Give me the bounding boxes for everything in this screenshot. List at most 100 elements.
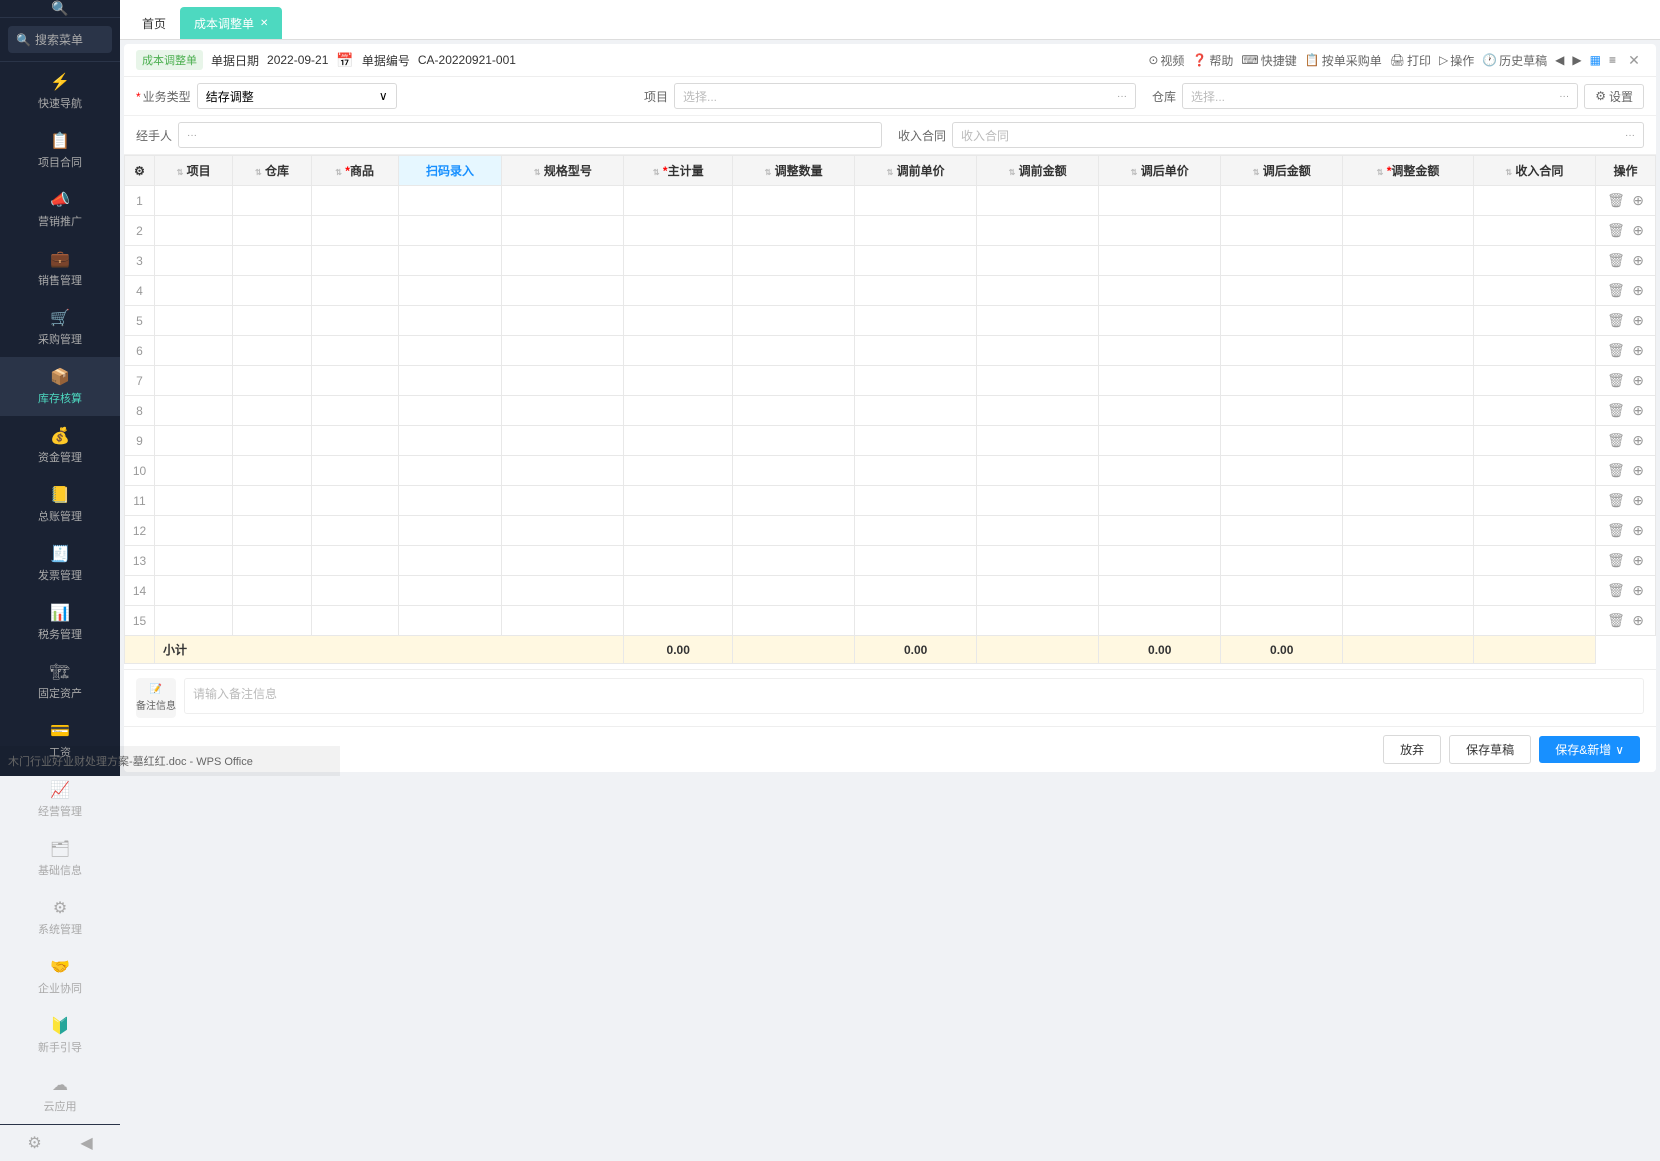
copy-row-10-btn[interactable]: ⊕ <box>1630 460 1646 481</box>
cell-warehouse-2[interactable] <box>233 216 311 246</box>
cell-scan-8[interactable] <box>398 396 502 426</box>
cell-pre-amount-7[interactable] <box>977 366 1099 396</box>
cell-project-7[interactable] <box>155 366 233 396</box>
sidebar-item-biz-coop[interactable]: 🤝企业协同 <box>0 947 120 1006</box>
cell-unit-14[interactable] <box>624 576 733 606</box>
sidebar-item-invoice-mgmt[interactable]: 🧾发票管理 <box>0 534 120 593</box>
cell-adjust-amount-4[interactable] <box>1343 276 1474 306</box>
cell-income-contract-5[interactable] <box>1473 306 1595 336</box>
cell-warehouse-10[interactable] <box>233 456 311 486</box>
cell-spec-1[interactable] <box>502 186 624 216</box>
cell-warehouse-12[interactable] <box>233 516 311 546</box>
cell-post-amount-15[interactable] <box>1221 606 1343 636</box>
cell-adjust-qty-6[interactable] <box>733 336 855 366</box>
cell-income-contract-11[interactable] <box>1473 486 1595 516</box>
cell-post-unit-price-15[interactable] <box>1099 606 1221 636</box>
cell-warehouse-13[interactable] <box>233 546 311 576</box>
delete-row-15-btn[interactable]: 🗑 <box>1605 610 1627 631</box>
cell-post-amount-11[interactable] <box>1221 486 1343 516</box>
cell-spec-7[interactable] <box>502 366 624 396</box>
sidebar-item-project-contract[interactable]: 📋项目合同 <box>0 121 120 180</box>
cell-pre-amount-9[interactable] <box>977 426 1099 456</box>
col-header-scan[interactable]: 扫码录入 <box>398 156 502 186</box>
cell-product-15[interactable] <box>311 606 398 636</box>
cell-post-amount-2[interactable] <box>1221 216 1343 246</box>
cell-post-amount-8[interactable] <box>1221 396 1343 426</box>
operate-btn[interactable]: ▷ 操作 <box>1439 52 1474 69</box>
cell-income-contract-15[interactable] <box>1473 606 1595 636</box>
cell-adjust-qty-5[interactable] <box>733 306 855 336</box>
cell-pre-amount-10[interactable] <box>977 456 1099 486</box>
cell-post-amount-10[interactable] <box>1221 456 1343 486</box>
copy-row-2-btn[interactable]: ⊕ <box>1630 220 1646 241</box>
cell-income-contract-9[interactable] <box>1473 426 1595 456</box>
col-sort-project[interactable]: ⇅ <box>177 168 184 177</box>
cell-product-7[interactable] <box>311 366 398 396</box>
cell-post-unit-price-9[interactable] <box>1099 426 1221 456</box>
cell-spec-15[interactable] <box>502 606 624 636</box>
settings-button[interactable]: ⚙ 设置 <box>1584 84 1644 109</box>
cell-income-contract-7[interactable] <box>1473 366 1595 396</box>
income-contract-input[interactable]: 收入合同 ··· <box>952 122 1644 148</box>
cell-warehouse-7[interactable] <box>233 366 311 396</box>
cell-pre-unit-price-5[interactable] <box>855 306 977 336</box>
cell-product-14[interactable] <box>311 576 398 606</box>
cell-adjust-qty-15[interactable] <box>733 606 855 636</box>
cell-post-unit-price-13[interactable] <box>1099 546 1221 576</box>
cell-pre-unit-price-6[interactable] <box>855 336 977 366</box>
cell-unit-8[interactable] <box>624 396 733 426</box>
cell-pre-unit-price-2[interactable] <box>855 216 977 246</box>
cell-post-unit-price-12[interactable] <box>1099 516 1221 546</box>
cell-unit-9[interactable] <box>624 426 733 456</box>
cell-post-amount-6[interactable] <box>1221 336 1343 366</box>
history-btn[interactable]: 🕐 历史草稿 <box>1482 52 1547 69</box>
cell-pre-amount-13[interactable] <box>977 546 1099 576</box>
delete-row-1-btn[interactable]: 🗑 <box>1605 190 1627 211</box>
cell-scan-12[interactable] <box>398 516 502 546</box>
cell-pre-amount-2[interactable] <box>977 216 1099 246</box>
cell-product-3[interactable] <box>311 246 398 276</box>
cell-post-amount-1[interactable] <box>1221 186 1343 216</box>
copy-row-12-btn[interactable]: ⊕ <box>1630 520 1646 541</box>
cell-post-amount-5[interactable] <box>1221 306 1343 336</box>
cell-product-10[interactable] <box>311 456 398 486</box>
cell-post-unit-price-14[interactable] <box>1099 576 1221 606</box>
cell-pre-unit-price-13[interactable] <box>855 546 977 576</box>
cell-scan-15[interactable] <box>398 606 502 636</box>
cell-post-amount-12[interactable] <box>1221 516 1343 546</box>
cell-scan-10[interactable] <box>398 456 502 486</box>
cell-pre-unit-price-1[interactable] <box>855 186 977 216</box>
cell-adjust-amount-8[interactable] <box>1343 396 1474 426</box>
col-sort-warehouse[interactable]: ⇅ <box>255 168 262 177</box>
cell-spec-4[interactable] <box>502 276 624 306</box>
tab-close-icon[interactable]: ✕ <box>260 18 268 29</box>
cell-post-unit-price-8[interactable] <box>1099 396 1221 426</box>
cell-adjust-amount-7[interactable] <box>1343 366 1474 396</box>
cell-pre-amount-3[interactable] <box>977 246 1099 276</box>
cell-project-11[interactable] <box>155 486 233 516</box>
delete-row-10-btn[interactable]: 🗑 <box>1605 460 1627 481</box>
view-btn[interactable]: ⊙ 视频 <box>1148 52 1184 69</box>
cell-adjust-amount-12[interactable] <box>1343 516 1474 546</box>
tab-cost-adjust[interactable]: 成本调整单 ✕ <box>180 7 282 39</box>
cell-pre-unit-price-15[interactable] <box>855 606 977 636</box>
biz-type-select[interactable]: 结存调整 ∨ <box>197 83 397 109</box>
cell-pre-unit-price-10[interactable] <box>855 456 977 486</box>
tab-home[interactable]: 首页 <box>128 7 180 39</box>
delete-row-4-btn[interactable]: 🗑 <box>1605 280 1627 301</box>
sidebar-item-sys-mgmt[interactable]: ⚙系统管理 <box>0 888 120 947</box>
cell-pre-unit-price-8[interactable] <box>855 396 977 426</box>
cell-scan-6[interactable] <box>398 336 502 366</box>
delete-row-6-btn[interactable]: 🗑 <box>1605 340 1627 361</box>
warehouse-input[interactable]: 选择... ··· <box>1182 83 1578 109</box>
cell-product-5[interactable] <box>311 306 398 336</box>
cell-post-unit-price-7[interactable] <box>1099 366 1221 396</box>
cell-warehouse-1[interactable] <box>233 186 311 216</box>
cell-spec-2[interactable] <box>502 216 624 246</box>
copy-row-7-btn[interactable]: ⊕ <box>1630 370 1646 391</box>
cell-pre-amount-11[interactable] <box>977 486 1099 516</box>
sidebar-item-inventory-calc[interactable]: 📦库存核算 <box>0 357 120 416</box>
delete-row-9-btn[interactable]: 🗑 <box>1605 430 1627 451</box>
copy-row-13-btn[interactable]: ⊕ <box>1630 550 1646 571</box>
cell-scan-9[interactable] <box>398 426 502 456</box>
